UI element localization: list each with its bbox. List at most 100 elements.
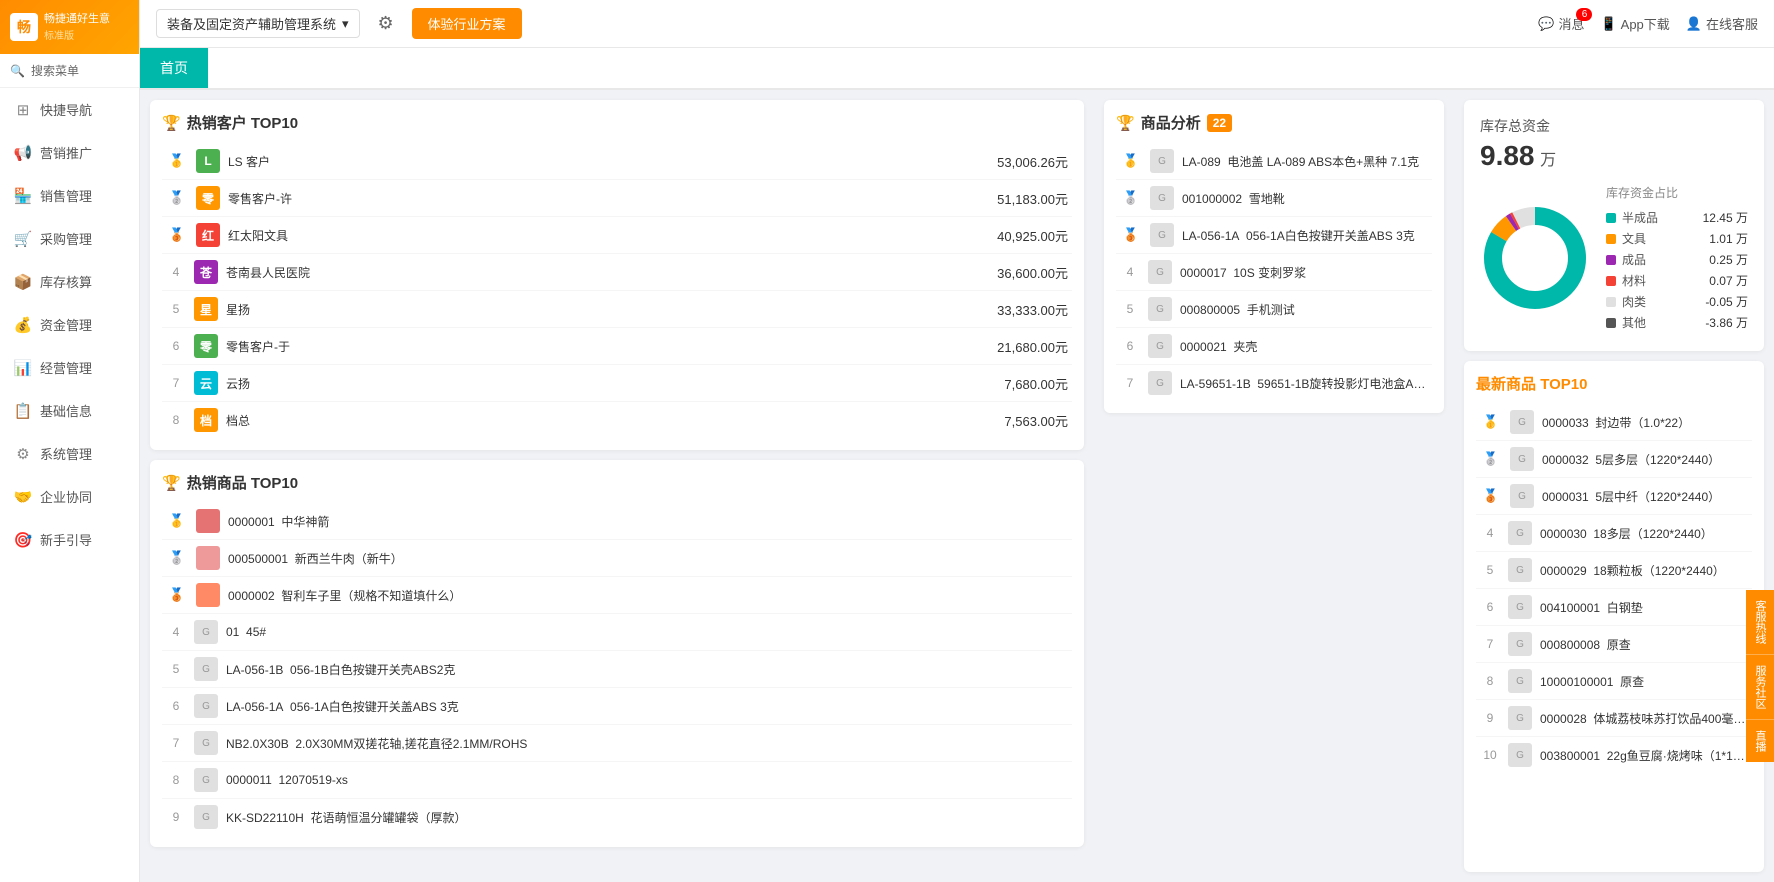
sidebar-item-inventory[interactable]: 📦 库存核算	[0, 260, 139, 303]
table-row[interactable]: 🥈 零 零售客户-许 51,183.00元	[162, 180, 1072, 217]
search-menu[interactable]: 🔍 搜索菜单	[0, 54, 139, 88]
rank-num: 8	[166, 773, 186, 787]
messages-button[interactable]: 💬 消息 6	[1538, 14, 1584, 33]
app-download-button[interactable]: 📱 App下载	[1600, 14, 1669, 33]
messages-badge: 6	[1576, 8, 1592, 21]
table-row[interactable]: 7G NB2.0X30B 2.0X30MM双搓花轴,搓花直径2.1MM/ROHS	[162, 725, 1072, 762]
table-row[interactable]: 🥈 G 0000032 5层多层（1220*2440）	[1476, 441, 1752, 478]
table-row[interactable]: 9 G 0000028 体城荔枝味苏打饮品400毫升（1*15）	[1476, 700, 1752, 737]
table-row[interactable]: 🥇 0000001 中华神箭	[162, 503, 1072, 540]
table-row[interactable]: 🥉 红 红太阳文具 40,925.00元	[162, 217, 1072, 254]
table-row[interactable]: 7 云 云扬 7,680.00元	[162, 365, 1072, 402]
legend-value: 12.45 万	[1703, 209, 1748, 226]
rank-num: 5	[166, 662, 186, 676]
legend-label: 半成品	[1622, 209, 1697, 226]
customer-avatar: 档	[194, 408, 218, 432]
customer-name: 零售客户-许	[228, 190, 989, 207]
rank-num: 7	[1480, 637, 1500, 651]
donut-chart-container: 库存资金占比 半成品 12.45 万 文具 1.01 万 成品 0.25 万 材…	[1480, 184, 1748, 335]
product-name: 0000017 10S 变刺罗浆	[1180, 264, 1428, 281]
legend-label-text: 库存资金占比	[1606, 184, 1748, 201]
table-row[interactable]: 10 G 003800001 22g鱼豆腐·烧烤味（1*12*20）	[1476, 737, 1752, 773]
hot-product-name: LA-056-1A 056-1A白色按键开关盖ABS 3克	[226, 698, 1068, 715]
table-row[interactable]: 6 G 0000021 夹壳	[1116, 328, 1432, 365]
system-title-dropdown[interactable]: 装备及固定资产辅助管理系统 ▾	[156, 9, 360, 38]
product-thumb: G	[1510, 484, 1534, 508]
rank-num: 5	[1480, 563, 1500, 577]
customer-value: 21,680.00元	[997, 337, 1068, 356]
sidebar-item-enterprise[interactable]: 🤝 企业协同	[0, 475, 139, 518]
service-community-btn[interactable]: 服务社区	[1746, 655, 1774, 720]
sidebar-item-sales[interactable]: 🏪 销售管理	[0, 174, 139, 217]
product-thumb: G	[194, 694, 218, 718]
newest-product-name: 0000028 体城荔枝味苏打饮品400毫升（1*15）	[1540, 710, 1748, 727]
service-label: 在线客服	[1706, 14, 1758, 33]
panel-product-sales: 🏆 商品分析 22 🥇 G LA-089 电池盖 LA-089 ABS本色+黑种…	[1094, 90, 1454, 882]
table-row[interactable]: 🥇 G 0000033 封边带（1.0*22）	[1476, 404, 1752, 441]
product-thumb: G	[1508, 706, 1532, 730]
table-row[interactable]: 5 G 000800005 手机测试	[1116, 291, 1432, 328]
sidebar-item-operation[interactable]: 📊 经营管理	[0, 346, 139, 389]
sidebar-item-system[interactable]: ⚙ 系统管理	[0, 432, 139, 475]
settings-icon[interactable]: ⚙	[370, 8, 402, 40]
table-row[interactable]: 🥉 G LA-056-1A 056-1A白色按键开关盖ABS 3克	[1116, 217, 1432, 254]
customer-avatar: 星	[194, 297, 218, 321]
nav-label-inventory: 库存核算	[40, 272, 92, 291]
rank-num: 5	[1120, 302, 1140, 316]
table-row[interactable]: 9G KK-SD22110H 花语萌恒温分罐罐袋（厚款）	[162, 799, 1072, 835]
table-row[interactable]: 🥇 G LA-089 电池盖 LA-089 ABS本色+黑种 7.1克	[1116, 143, 1432, 180]
table-row[interactable]: 4 苍 苍南县人民医院 36,600.00元	[162, 254, 1072, 291]
table-row[interactable]: 8G 0000011 12070519-xs	[162, 762, 1072, 799]
online-service-button[interactable]: 👤 在线客服	[1686, 14, 1758, 33]
rank-num: 6	[1120, 339, 1140, 353]
customer-avatar: 红	[196, 223, 220, 247]
table-row[interactable]: 6 G 004100001 白钢垫	[1476, 589, 1752, 626]
sidebar-item-guide[interactable]: 🎯 新手引导	[0, 518, 139, 561]
table-row[interactable]: 🥉 0000002 智利车子里（规格不知道填什么）	[162, 577, 1072, 614]
experience-button[interactable]: 体验行业方案	[412, 8, 522, 39]
sidebar-item-purchase[interactable]: 🛒 采购管理	[0, 217, 139, 260]
tab-bar: 首页	[140, 48, 1774, 90]
legend-value: 1.01 万	[1709, 230, 1748, 247]
table-row[interactable]: 4 G 0000030 18多层（1220*2440）	[1476, 515, 1752, 552]
table-row[interactable]: 8 G 10000100001 原查	[1476, 663, 1752, 700]
trophy-icon: 🏆	[162, 114, 181, 132]
table-row[interactable]: 8 档 档总 7,563.00元	[162, 402, 1072, 438]
service-live-btn[interactable]: 直播	[1746, 720, 1774, 762]
service-hotline-btn[interactable]: 客服热线	[1746, 590, 1774, 655]
legend-item: 成品 0.25 万	[1606, 251, 1748, 268]
table-row[interactable]: 5 星 星扬 33,333.00元	[162, 291, 1072, 328]
table-row[interactable]: 5G LA-056-1B 056-1B白色按键开关壳ABS2克	[162, 651, 1072, 688]
product-thumb: G	[194, 657, 218, 681]
rank-medal: 🥉	[1480, 485, 1502, 507]
table-row[interactable]: 6 零 零售客户-于 21,680.00元	[162, 328, 1072, 365]
table-row[interactable]: 6G LA-056-1A 056-1A白色按键开关盖ABS 3克	[162, 688, 1072, 725]
search-icon: 🔍	[10, 64, 25, 78]
product-thumb: G	[194, 805, 218, 829]
product-thumb: G	[1508, 521, 1532, 545]
header-right: 💬 消息 6 📱 App下载 👤 在线客服	[1538, 14, 1758, 33]
product-name: LA-056-1A 056-1A白色按键开关盖ABS 3克	[1182, 227, 1428, 244]
sidebar-item-basic[interactable]: 📋 基础信息	[0, 389, 139, 432]
table-row[interactable]: 🥈 G 001000002 雪地靴	[1116, 180, 1432, 217]
search-label: 搜索菜单	[31, 62, 79, 79]
rank-num: 6	[166, 339, 186, 353]
sales-customer-top10-card: 🏆 热销客户 TOP10 🥇 L LS 客户 53,006.26元🥈 零 零售客…	[150, 100, 1084, 450]
table-row[interactable]: 5 G 0000029 18颗粒板（1220*2440）	[1476, 552, 1752, 589]
table-row[interactable]: 4G 01 45#	[162, 614, 1072, 651]
table-row[interactable]: 7 G 000800008 原查	[1476, 626, 1752, 663]
table-row[interactable]: 4 G 0000017 10S 变刺罗浆	[1116, 254, 1432, 291]
table-row[interactable]: 🥇 L LS 客户 53,006.26元	[162, 143, 1072, 180]
sidebar-item-finance[interactable]: 💰 资金管理	[0, 303, 139, 346]
rank-medal: 🥈	[166, 187, 188, 209]
table-row[interactable]: 🥈 000500001 新西兰牛肉（新牛）	[162, 540, 1072, 577]
panel-middle: 🏆 热销客户 TOP10 🥇 L LS 客户 53,006.26元🥈 零 零售客…	[140, 90, 1094, 882]
table-row[interactable]: 7 G LA-59651-1B 59651-1B旋转投影灯电池盒ABS黑色+58…	[1116, 365, 1432, 401]
sidebar-item-marketing[interactable]: 📢 营销推广	[0, 131, 139, 174]
customer-value: 33,333.00元	[997, 300, 1068, 319]
nav-icon-marketing: 📢	[14, 144, 32, 162]
tab-home[interactable]: 首页	[140, 48, 208, 88]
rank-num: 4	[166, 625, 186, 639]
sidebar-item-home[interactable]: ⊞ 快捷导航	[0, 88, 139, 131]
table-row[interactable]: 🥉 G 0000031 5层中纤（1220*2440）	[1476, 478, 1752, 515]
